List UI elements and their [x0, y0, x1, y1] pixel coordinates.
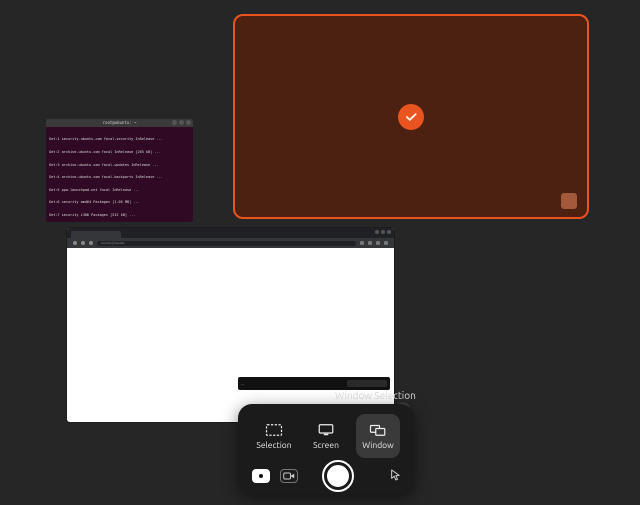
maximize-icon[interactable]: [179, 120, 184, 125]
photo-toggle-button[interactable]: [252, 469, 270, 483]
screenshot-title: Window Selection: [335, 390, 416, 401]
show-pointer-toggle[interactable]: [390, 467, 400, 485]
extension-icon[interactable]: [360, 241, 364, 245]
screenshot-panel: Selection Screen Window: [238, 404, 414, 494]
window-icon: [369, 423, 387, 437]
mode-window-label: Window: [362, 440, 394, 450]
window-desktop-selected[interactable]: [233, 14, 589, 219]
selection-icon: [265, 423, 283, 437]
browser-window-controls: [375, 230, 391, 234]
small-panel-chip: [347, 380, 387, 387]
menu-icon[interactable]: [384, 241, 388, 245]
close-icon[interactable]: [186, 120, 191, 125]
mode-selection-label: Selection: [256, 440, 291, 450]
mode-screen-button[interactable]: Screen: [304, 414, 348, 458]
mode-screen-label: Screen: [313, 440, 339, 450]
camera-icon: [259, 474, 263, 478]
shutter-button[interactable]: [324, 462, 352, 490]
browser-tabbar: [67, 228, 394, 238]
selection-check-icon: [398, 104, 424, 130]
profile-icon[interactable]: [376, 241, 380, 245]
capture-action-row: [238, 462, 414, 498]
close-icon[interactable]: [387, 230, 391, 234]
window-small-panel[interactable]: ...: [238, 377, 390, 390]
window-terminal[interactable]: root@ubuntu: ~ Get:1 security.ubuntu.com…: [46, 119, 193, 222]
browser-tab[interactable]: [71, 231, 121, 238]
video-icon: [283, 471, 295, 481]
reload-icon[interactable]: [89, 241, 93, 245]
video-toggle-button[interactable]: [280, 469, 298, 483]
maximize-icon[interactable]: [381, 230, 385, 234]
forward-icon[interactable]: [81, 241, 85, 245]
terminal-window-controls: [172, 120, 191, 125]
minimize-icon[interactable]: [172, 120, 177, 125]
cursor-icon: [390, 469, 400, 481]
back-icon[interactable]: [73, 241, 77, 245]
mode-selection-button[interactable]: Selection: [252, 414, 296, 458]
terminal-body: Get:1 security.ubuntu.com focal-security…: [46, 127, 193, 222]
minimize-icon[interactable]: [375, 230, 379, 234]
files-app-icon: [561, 193, 577, 209]
browser-toolbar: chrome://newtab: [67, 238, 394, 248]
capture-mode-row: Selection Screen Window: [238, 404, 414, 462]
terminal-titlebar: root@ubuntu: ~: [46, 119, 193, 127]
screen-icon: [317, 423, 335, 437]
small-panel-text: ...: [241, 381, 244, 386]
extension-icon[interactable]: [368, 241, 372, 245]
mode-window-button[interactable]: Window: [356, 414, 400, 458]
address-bar[interactable]: chrome://newtab: [97, 241, 356, 246]
terminal-title: root@ubuntu: ~: [103, 121, 137, 125]
